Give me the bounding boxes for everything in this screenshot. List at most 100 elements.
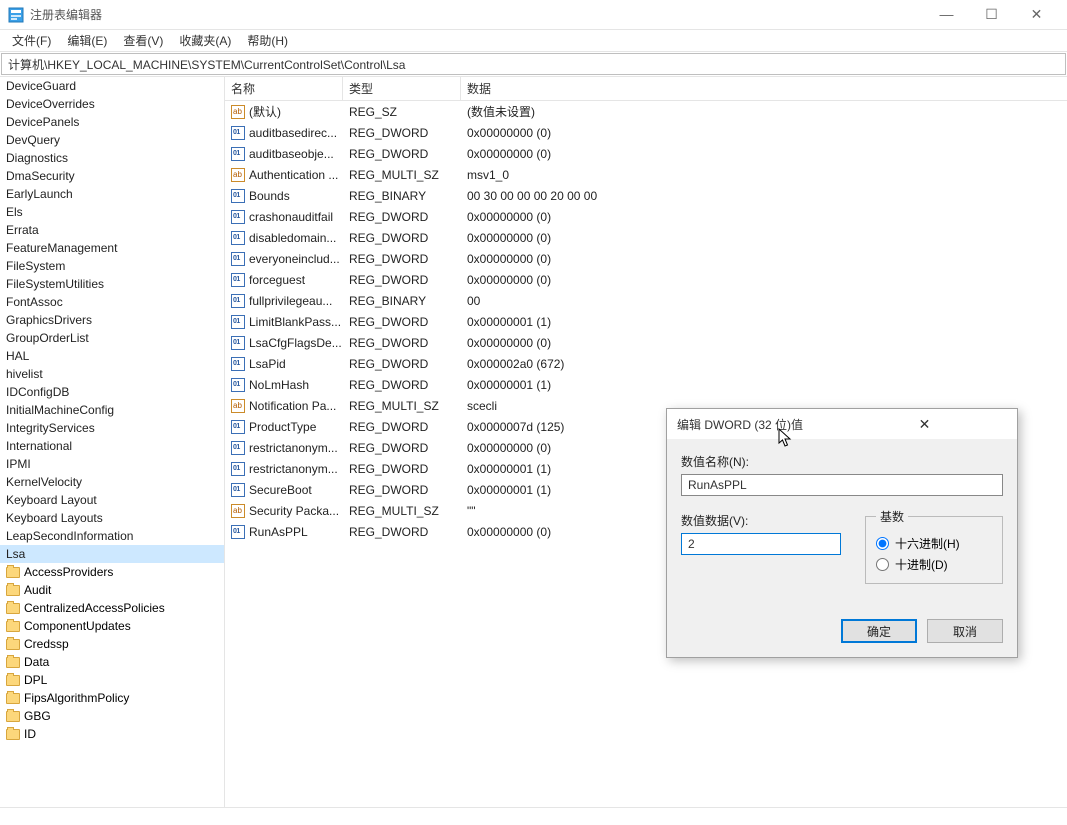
radio-dec-input[interactable] (876, 558, 889, 571)
list-header: 名称 类型 数据 (225, 77, 1067, 101)
value-row[interactable]: LimitBlankPass...REG_DWORD0x00000001 (1) (225, 311, 1067, 332)
value-name-field[interactable] (681, 474, 1003, 496)
value-row[interactable]: (默认)REG_SZ(数值未设置) (225, 101, 1067, 122)
tree-subkey[interactable]: FipsAlgorithmPolicy (0, 689, 224, 707)
tree-item[interactable]: DeviceGuard (0, 77, 224, 95)
value-row[interactable]: forceguestREG_DWORD0x00000000 (0) (225, 269, 1067, 290)
value-row[interactable]: auditbasedirec...REG_DWORD0x00000000 (0) (225, 122, 1067, 143)
close-button[interactable]: ✕ (1014, 0, 1059, 29)
tree-item[interactable]: Diagnostics (0, 149, 224, 167)
col-name[interactable]: 名称 (225, 77, 343, 100)
tree-item[interactable]: IPMI (0, 455, 224, 473)
tree-item[interactable]: FontAssoc (0, 293, 224, 311)
tree-item[interactable]: Keyboard Layout (0, 491, 224, 509)
menu-favorites[interactable]: 收藏夹(A) (171, 30, 239, 51)
radio-dec[interactable]: 十进制(D) (876, 556, 992, 573)
folder-icon (6, 621, 20, 632)
address-bar[interactable]: 计算机\HKEY_LOCAL_MACHINE\SYSTEM\CurrentCon… (1, 53, 1066, 75)
folder-icon (6, 729, 20, 740)
string-value-icon (231, 168, 245, 182)
tree-item[interactable]: HAL (0, 347, 224, 365)
value-row[interactable]: BoundsREG_BINARY00 30 00 00 00 20 00 00 (225, 185, 1067, 206)
menu-help[interactable]: 帮助(H) (239, 30, 296, 51)
tree-item[interactable]: DeviceOverrides (0, 95, 224, 113)
tree-item[interactable]: Keyboard Layouts (0, 509, 224, 527)
binary-value-icon (231, 189, 245, 203)
menu-edit[interactable]: 编辑(E) (59, 30, 115, 51)
tree-item[interactable]: IDConfigDB (0, 383, 224, 401)
tree-subkey[interactable]: Audit (0, 581, 224, 599)
edit-dword-dialog: 编辑 DWORD (32 位)值 ✕ 数值名称(N): 数值数据(V): 基数 … (666, 408, 1018, 658)
ok-button[interactable]: 确定 (841, 619, 917, 643)
binary-value-icon (231, 231, 245, 245)
binary-value-icon (231, 336, 245, 350)
value-row[interactable]: fullprivilegeau...REG_BINARY00 (225, 290, 1067, 311)
binary-value-icon (231, 420, 245, 434)
tree-item[interactable]: DevicePanels (0, 113, 224, 131)
value-row[interactable]: everyoneinclud...REG_DWORD0x00000000 (0) (225, 248, 1067, 269)
binary-value-icon (231, 126, 245, 140)
binary-value-icon (231, 273, 245, 287)
value-row[interactable]: Authentication ...REG_MULTI_SZmsv1_0 (225, 164, 1067, 185)
radio-hex[interactable]: 十六进制(H) (876, 535, 992, 552)
col-data[interactable]: 数据 (461, 77, 1067, 100)
tree-item[interactable]: IntegrityServices (0, 419, 224, 437)
tree-subkey[interactable]: ID (0, 725, 224, 743)
value-data-label: 数值数据(V): (681, 512, 841, 529)
tree-item[interactable]: International (0, 437, 224, 455)
tree-item[interactable]: GraphicsDrivers (0, 311, 224, 329)
tree-subkey[interactable]: DPL (0, 671, 224, 689)
folder-icon (6, 639, 20, 650)
folder-icon (6, 693, 20, 704)
value-row[interactable]: NoLmHashREG_DWORD0x00000001 (1) (225, 374, 1067, 395)
menu-view[interactable]: 查看(V) (115, 30, 171, 51)
tree-item[interactable]: hivelist (0, 365, 224, 383)
binary-value-icon (231, 147, 245, 161)
titlebar: 注册表编辑器 — ☐ ✕ (0, 0, 1067, 30)
tree-subkey[interactable]: AccessProviders (0, 563, 224, 581)
value-row[interactable]: auditbaseobje...REG_DWORD0x00000000 (0) (225, 143, 1067, 164)
tree-item[interactable]: Errata (0, 221, 224, 239)
menu-file[interactable]: 文件(F) (4, 30, 59, 51)
minimize-button[interactable]: — (924, 0, 969, 29)
value-row[interactable]: disabledomain...REG_DWORD0x00000000 (0) (225, 227, 1067, 248)
value-name-label: 数值名称(N): (681, 453, 1003, 470)
tree-item[interactable]: Els (0, 203, 224, 221)
dialog-close-icon[interactable]: ✕ (842, 416, 1007, 433)
tree-item[interactable]: FeatureManagement (0, 239, 224, 257)
tree-h-scroll[interactable] (0, 808, 225, 825)
folder-icon (6, 567, 20, 578)
radio-hex-input[interactable] (876, 537, 889, 550)
string-value-icon (231, 105, 245, 119)
regedit-icon (8, 7, 24, 23)
value-row[interactable]: crashonauditfailREG_DWORD0x00000000 (0) (225, 206, 1067, 227)
tree-subkey[interactable]: ComponentUpdates (0, 617, 224, 635)
tree-item[interactable]: DevQuery (0, 131, 224, 149)
tree-item[interactable]: LeapSecondInformation (0, 527, 224, 545)
tree-subkey[interactable]: GBG (0, 707, 224, 725)
tree-pane[interactable]: DeviceGuardDeviceOverridesDevicePanelsDe… (0, 77, 225, 807)
col-type[interactable]: 类型 (343, 77, 461, 100)
tree-item[interactable]: KernelVelocity (0, 473, 224, 491)
menu-bar: 文件(F) 编辑(E) 查看(V) 收藏夹(A) 帮助(H) (0, 30, 1067, 52)
tree-item[interactable]: GroupOrderList (0, 329, 224, 347)
cancel-button[interactable]: 取消 (927, 619, 1003, 643)
window-title: 注册表编辑器 (30, 6, 924, 23)
string-value-icon (231, 399, 245, 413)
tree-item[interactable]: DmaSecurity (0, 167, 224, 185)
value-row[interactable]: LsaCfgFlagsDe...REG_DWORD0x00000000 (0) (225, 332, 1067, 353)
tree-subkey[interactable]: Data (0, 653, 224, 671)
tree-item[interactable]: EarlyLaunch (0, 185, 224, 203)
value-data-field[interactable] (681, 533, 841, 555)
binary-value-icon (231, 252, 245, 266)
tree-item-lsa[interactable]: Lsa (0, 545, 224, 563)
tree-subkey[interactable]: Credssp (0, 635, 224, 653)
tree-item[interactable]: InitialMachineConfig (0, 401, 224, 419)
value-row[interactable]: LsaPidREG_DWORD0x000002a0 (672) (225, 353, 1067, 374)
maximize-button[interactable]: ☐ (969, 0, 1014, 29)
binary-value-icon (231, 525, 245, 539)
tree-item[interactable]: FileSystem (0, 257, 224, 275)
tree-subkey[interactable]: CentralizedAccessPolicies (0, 599, 224, 617)
tree-item[interactable]: FileSystemUtilities (0, 275, 224, 293)
base-legend: 基数 (876, 508, 908, 525)
